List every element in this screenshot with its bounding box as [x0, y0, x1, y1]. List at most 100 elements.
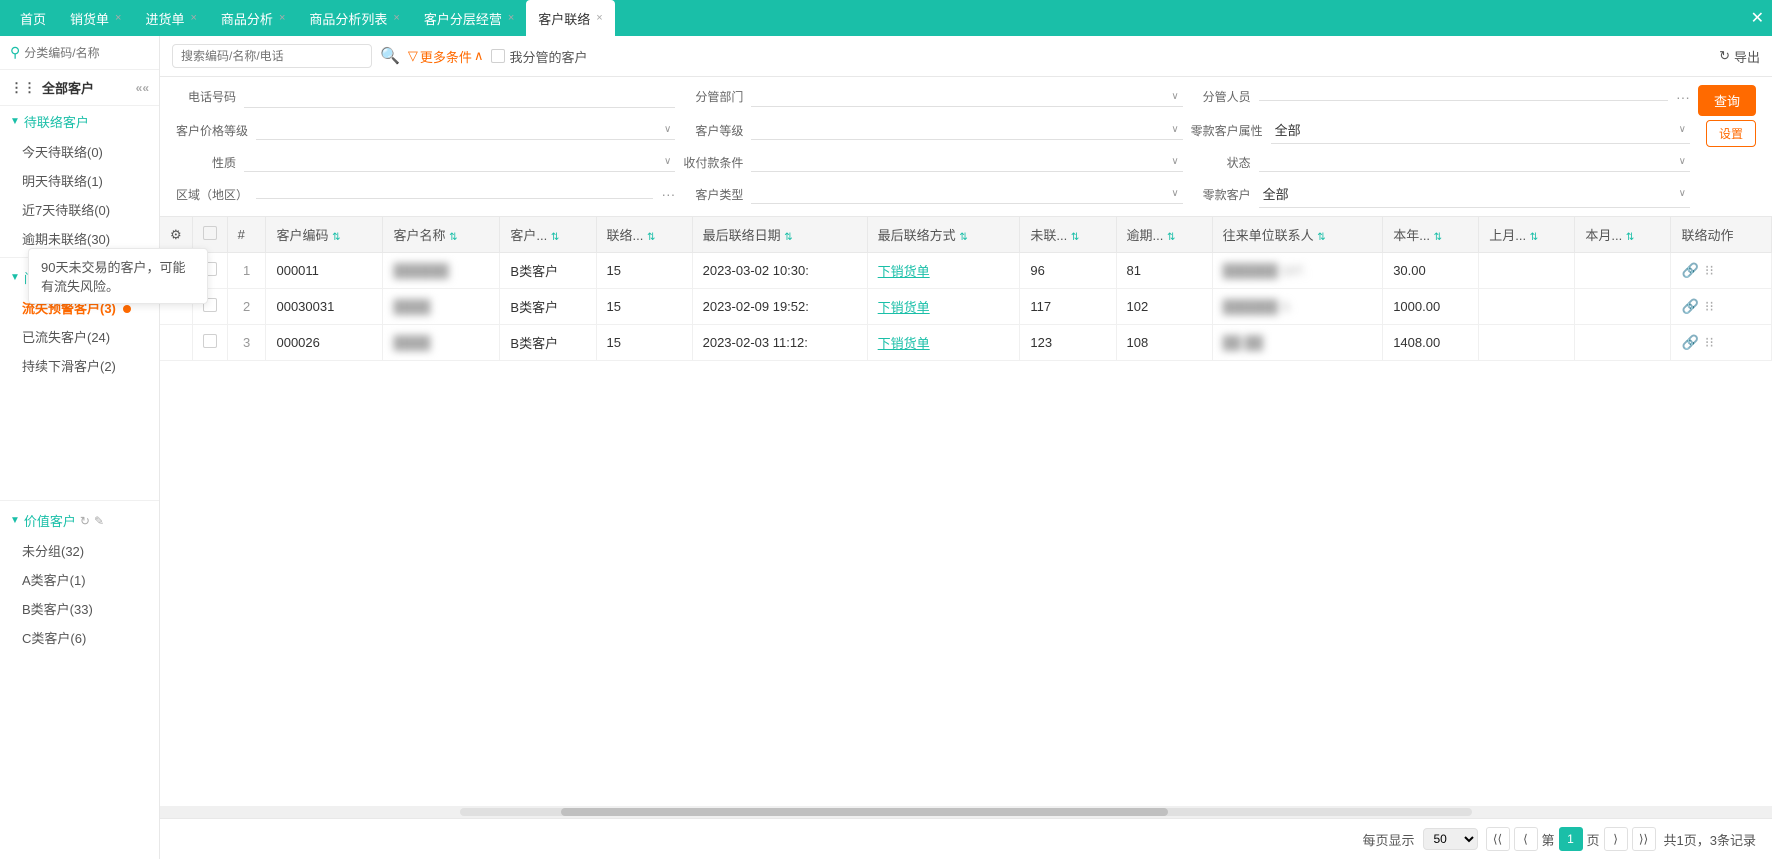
filter-zero-customer-select[interactable]: 全部 ∨	[1259, 180, 1690, 208]
table-header-type[interactable]: 客户... ⇅	[500, 217, 596, 253]
col-uncontacted-sort[interactable]: ⇅	[1071, 232, 1079, 243]
filter-price-level-select[interactable]: ∨	[256, 120, 675, 140]
table-select-all-checkbox[interactable]	[203, 226, 217, 240]
filter-customer-level-select[interactable]: ∨	[751, 120, 1182, 140]
per-page-select[interactable]: 50 100 200	[1423, 828, 1478, 850]
col-contact-sort[interactable]: ⇅	[647, 232, 655, 243]
row-link-icon-0[interactable]: 🔗	[1681, 262, 1698, 279]
sidebar-item-churned[interactable]: 已流失客户(24)	[0, 322, 159, 351]
row-last-method-2[interactable]: 下销货单	[867, 325, 1020, 361]
my-customers-checkbox[interactable]	[491, 49, 505, 63]
sidebar-collapse-icon[interactable]: ««	[136, 81, 149, 95]
row-last-method-link-0[interactable]: 下销货单	[878, 264, 930, 279]
filter-zero-attr-select[interactable]: 全部 ∨	[1271, 116, 1690, 144]
filter-search-button[interactable]: 🔍	[380, 46, 400, 66]
refresh-icon[interactable]: ↻	[80, 514, 90, 528]
horizontal-scrollbar[interactable]	[160, 806, 1772, 818]
page-last-button[interactable]: ⟩⟩	[1632, 827, 1656, 851]
sidebar-search-input[interactable]	[24, 46, 149, 60]
sidebar-item-tomorrow-pending[interactable]: 明天待联络(1)	[0, 166, 159, 195]
col-last-method-sort[interactable]: ⇅	[959, 232, 967, 243]
tab-product-analysis-list-close[interactable]: ×	[393, 12, 399, 24]
row-checkbox-2[interactable]	[203, 334, 217, 348]
setting-button[interactable]: 设置	[1706, 120, 1756, 147]
filter-customer-type-select[interactable]: ∨	[751, 184, 1182, 204]
table-header-liaison[interactable]: 往来单位联系人 ⇅	[1212, 217, 1383, 253]
sidebar-item-ungrouped[interactable]: 未分组(32)	[0, 536, 159, 565]
table-header-name[interactable]: 客户名称 ⇅	[383, 217, 500, 253]
sidebar-root[interactable]: ⋮⋮ 全部客户 ««	[0, 70, 159, 106]
col-type-sort[interactable]: ⇅	[551, 232, 559, 243]
col-name-sort[interactable]: ⇅	[449, 232, 457, 243]
row-more-icon-2[interactable]: ⁝⁝	[1705, 334, 1714, 351]
row-last-method-1[interactable]: 下销货单	[867, 289, 1020, 325]
row-more-icon-0[interactable]: ⁝⁝	[1705, 262, 1714, 279]
table-header-last-month[interactable]: 上月... ⇅	[1479, 217, 1575, 253]
col-name-label: 客户名称	[393, 228, 445, 243]
export-button[interactable]: ↻ 导出	[1719, 47, 1760, 66]
sidebar-group-pending-contact[interactable]: ▼ 待联络客户	[0, 106, 159, 137]
table-header-last-date[interactable]: 最后联络日期 ⇅	[692, 217, 867, 253]
window-close-icon[interactable]: ✕	[1751, 8, 1764, 28]
tab-sales-close[interactable]: ×	[115, 12, 121, 24]
col-overdue-sort[interactable]: ⇅	[1167, 232, 1175, 243]
table-header-uncontacted[interactable]: 未联... ⇅	[1020, 217, 1116, 253]
row-link-icon-1[interactable]: 🔗	[1681, 298, 1698, 315]
sidebar-item-c-class[interactable]: C类客户(6)	[0, 623, 159, 652]
page-next-button[interactable]: ⟩	[1604, 827, 1628, 851]
table-header-this-month[interactable]: 本月... ⇅	[1575, 217, 1671, 253]
col-last-date-sort[interactable]: ⇅	[784, 232, 792, 243]
tab-customer-tier-close[interactable]: ×	[508, 12, 514, 24]
table-header-last-method[interactable]: 最后联络方式 ⇅	[867, 217, 1020, 253]
tab-purchase-close[interactable]: ×	[190, 12, 196, 24]
col-this-month-sort[interactable]: ⇅	[1626, 232, 1634, 243]
scrollbar-thumb[interactable]	[561, 808, 1168, 816]
filter-phone-input[interactable]	[244, 85, 675, 108]
filter-gender-select[interactable]: ∨	[244, 152, 675, 172]
tab-product-analysis-close[interactable]: ×	[279, 12, 285, 24]
tab-home[interactable]: 首页	[8, 0, 58, 36]
page-first-button[interactable]: ⟨⟨	[1486, 827, 1510, 851]
row-last-method-link-2[interactable]: 下销货单	[878, 336, 930, 351]
tab-sales[interactable]: 销货单 ×	[58, 0, 133, 36]
table-header-code[interactable]: 客户编码 ⇅	[266, 217, 383, 253]
col-liaison-sort[interactable]: ⇅	[1317, 232, 1325, 243]
sidebar-item-7days-pending[interactable]: 近7天待联络(0)	[0, 195, 159, 224]
tab-customer-contact[interactable]: 客户联络 ×	[526, 0, 614, 36]
col-code-sort[interactable]: ⇅	[332, 232, 340, 243]
filter-payment-select[interactable]: ∨	[751, 152, 1182, 172]
col-last-month-sort[interactable]: ⇅	[1530, 232, 1538, 243]
sidebar-item-b-class[interactable]: B类客户(33)	[0, 594, 159, 623]
table-header-overdue[interactable]: 逾期... ⇅	[1116, 217, 1212, 253]
filter-dept-select[interactable]: ∨	[751, 87, 1182, 107]
tab-customer-contact-close[interactable]: ×	[596, 12, 602, 24]
row-last-method-0[interactable]: 下销货单	[867, 253, 1020, 289]
row-more-icon-1[interactable]: ⁝⁝	[1705, 298, 1714, 315]
tab-product-analysis-list[interactable]: 商品分析列表 ×	[297, 0, 411, 36]
table-header-contact[interactable]: 联络... ⇅	[596, 217, 692, 253]
sidebar-group-value[interactable]: ▼ 价值客户 ↻ ✎	[0, 505, 159, 536]
filter-status-select[interactable]: ∨	[1259, 152, 1690, 172]
person-more-icon[interactable]: ···	[1676, 89, 1690, 105]
table-header-this-year[interactable]: 本年... ⇅	[1383, 217, 1479, 253]
region-more-icon[interactable]: ···	[661, 186, 675, 202]
tab-product-analysis[interactable]: 商品分析 ×	[209, 0, 297, 36]
filter-region-select[interactable]	[256, 190, 653, 199]
sidebar-item-today-pending[interactable]: 今天待联络(0)	[0, 137, 159, 166]
more-conditions-toggle[interactable]: ▽ 更多条件 ∧	[408, 47, 484, 66]
filter-search-input[interactable]	[172, 44, 372, 68]
edit-icon[interactable]: ✎	[94, 514, 104, 528]
filter-person-select[interactable]	[1259, 92, 1668, 101]
tab-purchase[interactable]: 进货单 ×	[133, 0, 208, 36]
row-last-method-link-1[interactable]: 下销货单	[878, 300, 930, 315]
table-settings-icon[interactable]: ⚙	[170, 227, 182, 242]
my-customers-toggle[interactable]: 我分管的客户	[491, 47, 587, 66]
sidebar-item-declining[interactable]: 持续下滑客户(2)	[0, 351, 159, 380]
query-button[interactable]: 查询	[1698, 85, 1756, 116]
tab-customer-tier[interactable]: 客户分层经营 ×	[412, 0, 526, 36]
tooltip-problem-customer: 90天未交易的客户，可能有流失风险。	[28, 248, 160, 304]
sidebar-item-a-class[interactable]: A类客户(1)	[0, 565, 159, 594]
row-link-icon-2[interactable]: 🔗	[1681, 334, 1698, 351]
col-this-year-sort[interactable]: ⇅	[1434, 232, 1442, 243]
page-prev-button[interactable]: ⟨	[1514, 827, 1538, 851]
